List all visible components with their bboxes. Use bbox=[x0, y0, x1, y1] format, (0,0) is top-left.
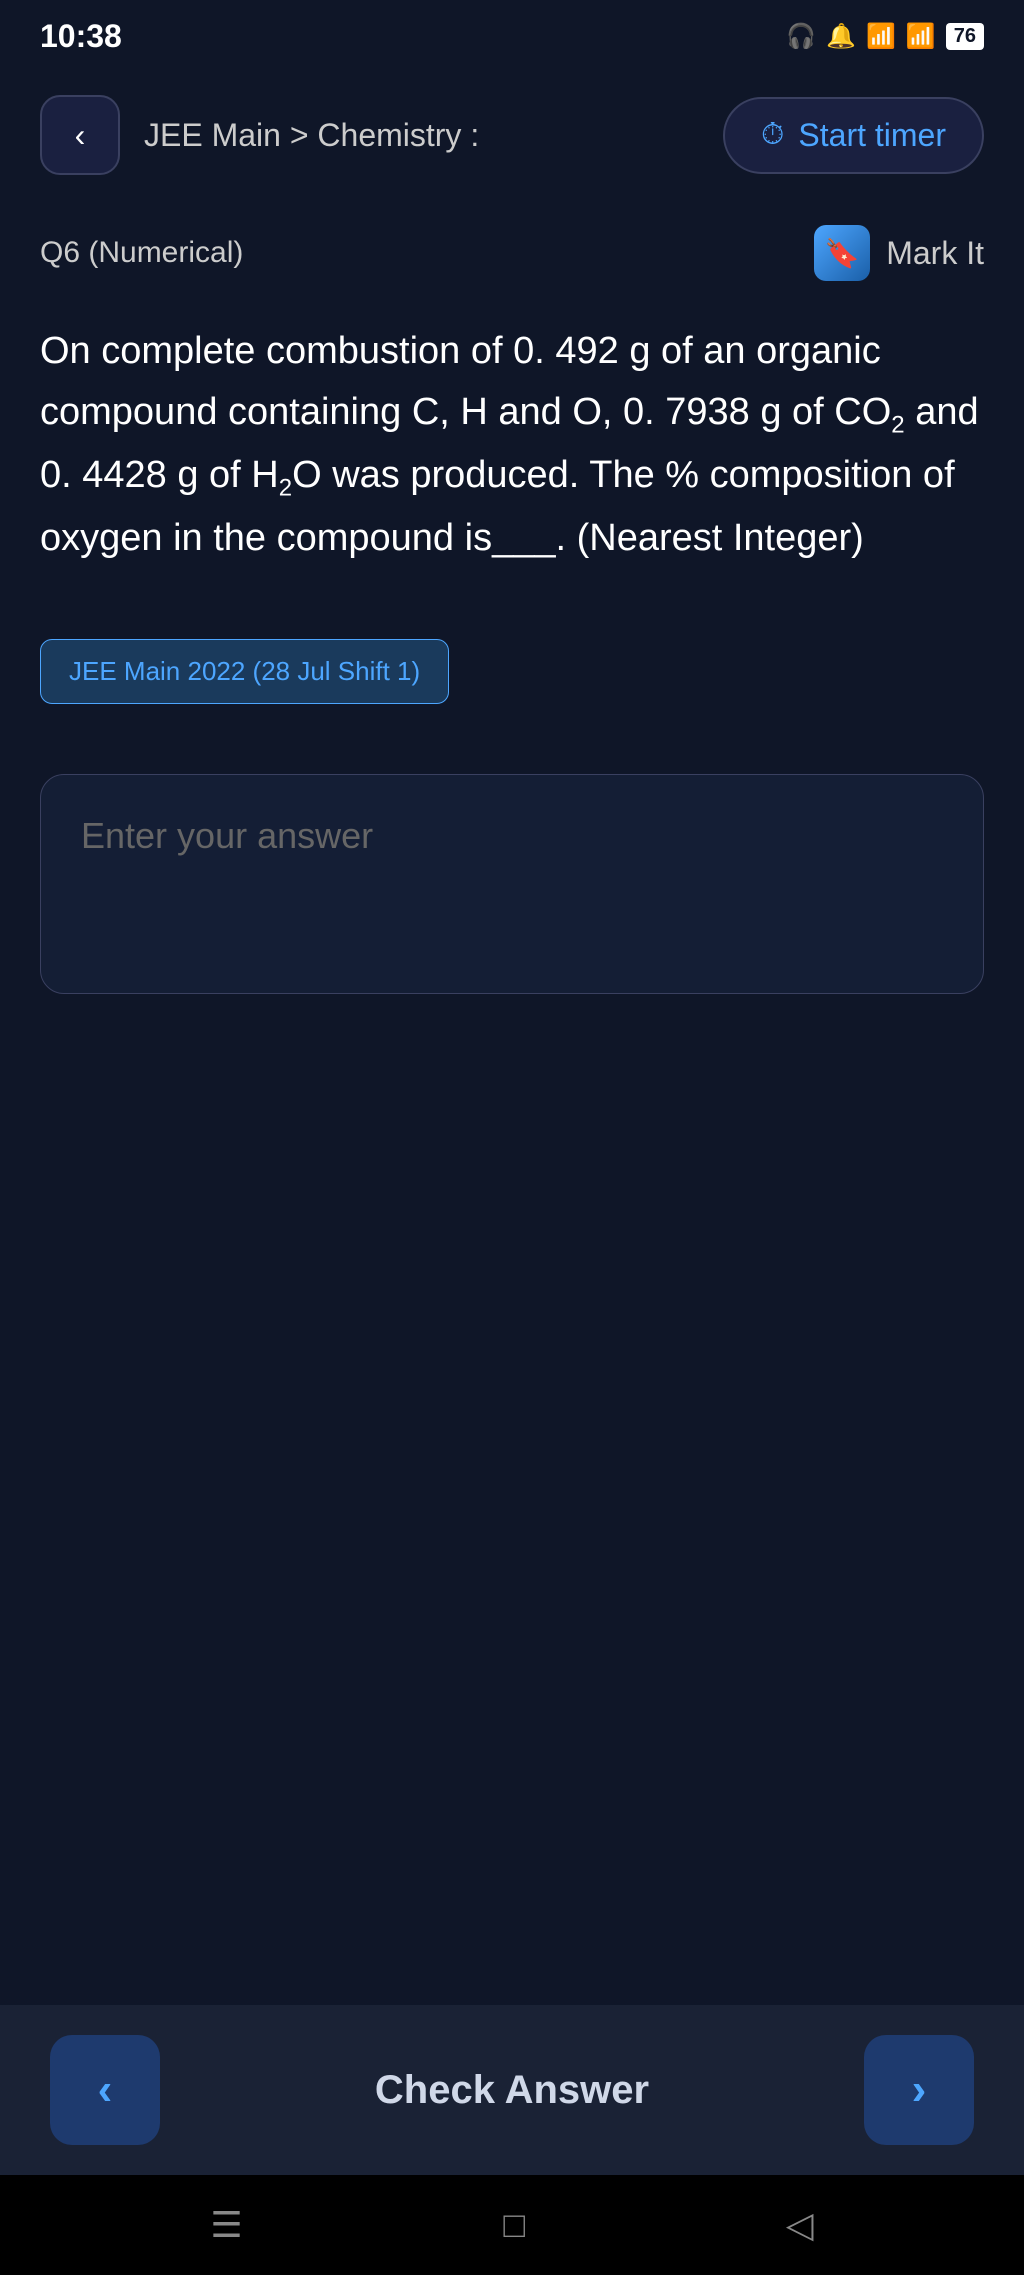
start-timer-button[interactable]: ⏱ Start timer bbox=[723, 97, 984, 174]
breadcrumb: JEE Main > Chemistry : bbox=[144, 117, 699, 154]
back-nav-icon: ◁ bbox=[786, 2204, 814, 2246]
mark-it-label: Mark It bbox=[886, 235, 984, 272]
next-arrow-icon: › bbox=[912, 2065, 927, 2115]
bookmark-icon: 🔖 bbox=[814, 225, 870, 281]
bottom-nav: ‹ Check Answer › bbox=[0, 2005, 1024, 2175]
timer-icon: ⏱ bbox=[761, 118, 784, 152]
question-text-part1: On complete combustion of 0. 492 g of an… bbox=[40, 330, 891, 433]
mark-it-button[interactable]: 🔖 Mark It bbox=[814, 225, 984, 281]
status-icons: 🎧 🔔 📶 📶 76 bbox=[786, 22, 984, 51]
wifi-icon: 📶 bbox=[866, 22, 896, 51]
system-nav-bar: ☰ □ ◁ bbox=[0, 2175, 1024, 2275]
h2o-subscript: 2 bbox=[279, 474, 292, 501]
back-button[interactable]: ‹ bbox=[40, 95, 120, 175]
headphone-icon: 🎧 bbox=[786, 22, 816, 51]
status-bar: 10:38 🎧 🔔 📶 📶 76 bbox=[0, 0, 1024, 65]
question-text: On complete combustion of 0. 492 g of an… bbox=[40, 321, 984, 569]
answer-section bbox=[0, 734, 1024, 1039]
bell-icon: 🔔 bbox=[826, 22, 856, 51]
answer-input[interactable] bbox=[40, 774, 984, 994]
check-answer-label: Check Answer bbox=[375, 2068, 649, 2113]
next-button[interactable]: › bbox=[864, 2035, 974, 2145]
home-icon: □ bbox=[503, 2204, 525, 2246]
question-label: Q6 (Numerical) bbox=[40, 236, 243, 270]
exam-tag: JEE Main 2022 (28 Jul Shift 1) bbox=[40, 639, 449, 704]
signal-icon: 📶 bbox=[906, 22, 936, 51]
question-body: On complete combustion of 0. 492 g of an… bbox=[0, 311, 1024, 609]
header: ‹ JEE Main > Chemistry : ⏱ Start timer bbox=[0, 65, 1024, 205]
timer-label: Start timer bbox=[798, 117, 946, 154]
battery-badge: 76 bbox=[946, 23, 984, 50]
question-text-blank: ___ bbox=[492, 517, 555, 559]
co2-subscript: 2 bbox=[891, 411, 904, 438]
prev-button[interactable]: ‹ bbox=[50, 2035, 160, 2145]
tag-container: JEE Main 2022 (28 Jul Shift 1) bbox=[0, 609, 1024, 734]
question-text-part4: . (Nearest Integer) bbox=[555, 517, 863, 559]
prev-arrow-icon: ‹ bbox=[98, 2065, 113, 2115]
status-time: 10:38 bbox=[40, 18, 122, 55]
question-header: Q6 (Numerical) 🔖 Mark It bbox=[0, 205, 1024, 311]
back-icon: ‹ bbox=[75, 117, 86, 154]
menu-icon: ☰ bbox=[210, 2204, 242, 2246]
